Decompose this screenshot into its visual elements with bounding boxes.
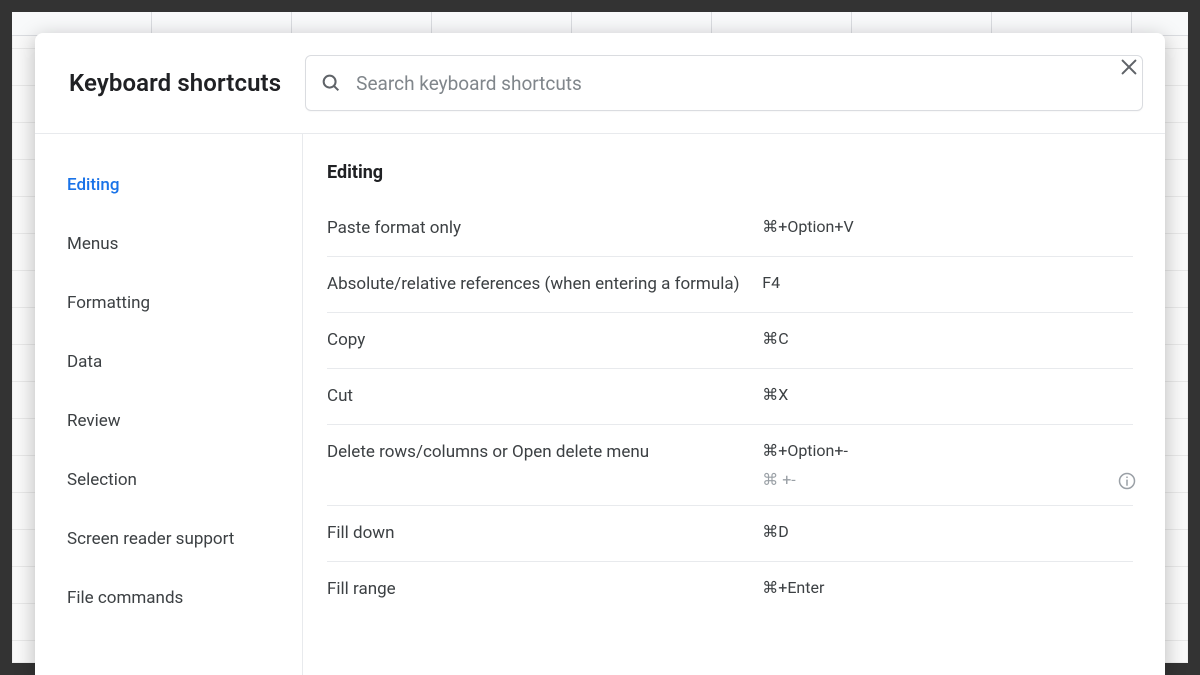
shortcut-label: Cut — [327, 385, 762, 408]
close-icon — [1118, 56, 1140, 78]
shortcut-label: Delete rows/columns or Open delete menu — [327, 441, 762, 464]
sidebar-item-selection[interactable]: Selection — [35, 451, 302, 510]
search-input[interactable] — [342, 72, 1128, 95]
sidebar-item-menus[interactable]: Menus — [35, 215, 302, 274]
keyboard-shortcuts-dialog: Keyboard shortcuts Editing Menus Formattin… — [35, 33, 1165, 675]
sidebar-item-label: Screen reader support — [67, 529, 234, 549]
sidebar-item-label: Menus — [67, 234, 118, 254]
shortcuts-list: Paste format only⌘+Option+V Absolute/rela… — [327, 201, 1133, 617]
category-sidebar[interactable]: Editing Menus Formatting Data Review Selectio… — [35, 134, 303, 675]
sidebar-item-file-commands[interactable]: File commands — [35, 569, 302, 628]
shortcut-keys-column: ⌘+Option+- ⌘ +- — [762, 441, 1133, 489]
shortcut-label: Copy — [327, 329, 762, 352]
shortcut-keys-alt: ⌘ +- — [762, 470, 1133, 489]
info-icon[interactable] — [1117, 471, 1137, 495]
shortcut-keys-column: ⌘C — [762, 329, 1133, 348]
sidebar-item-label: Editing — [67, 175, 119, 195]
shortcut-keys: F4 — [762, 273, 1133, 292]
shortcut-row: Copy⌘C — [327, 313, 1133, 369]
shortcut-keys-column: ⌘D — [762, 522, 1133, 541]
shortcut-label: Absolute/relative references (when enter… — [327, 273, 762, 296]
dialog-header: Keyboard shortcuts — [35, 33, 1165, 134]
sidebar-item-label: Data — [67, 352, 102, 372]
shortcut-row: Fill range⌘+Enter — [327, 562, 1133, 617]
search-icon — [320, 72, 342, 94]
dialog-title: Keyboard shortcuts — [69, 69, 281, 97]
shortcuts-content[interactable]: Editing Paste format only⌘+Option+V Absol… — [303, 134, 1165, 675]
sidebar-item-label: Review — [67, 411, 121, 431]
shortcut-keys: ⌘+Option+V — [762, 217, 1133, 236]
sidebar-item-formatting[interactable]: Formatting — [35, 274, 302, 333]
section-title: Editing — [327, 162, 1133, 183]
search-field-wrapper[interactable] — [305, 55, 1143, 111]
shortcut-row: Cut⌘X — [327, 369, 1133, 425]
shortcut-label: Paste format only — [327, 217, 762, 240]
shortcut-keys-column: ⌘X — [762, 385, 1133, 404]
sidebar-item-label: File commands — [67, 588, 183, 608]
shortcut-keys-column: ⌘+Option+V — [762, 217, 1133, 236]
shortcut-label: Fill down — [327, 522, 762, 545]
shortcut-keys: ⌘+Option+- — [762, 441, 1133, 460]
sidebar-item-data[interactable]: Data — [35, 333, 302, 392]
shortcut-keys: ⌘+Enter — [762, 578, 1133, 597]
sidebar-item-label: Selection — [67, 470, 137, 490]
shortcut-row: Absolute/relative references (when enter… — [327, 257, 1133, 313]
shortcut-row: Delete rows/columns or Open delete menu⌘… — [327, 425, 1133, 506]
sidebar-item-label: Formatting — [67, 293, 150, 313]
shortcut-row: Fill down⌘D — [327, 506, 1133, 562]
close-button[interactable] — [1109, 47, 1149, 87]
sidebar-item-review[interactable]: Review — [35, 392, 302, 451]
shortcut-keys-column: ⌘+Enter — [762, 578, 1133, 597]
shortcut-keys: ⌘C — [762, 329, 1133, 348]
shortcut-keys-column: F4 — [762, 273, 1133, 292]
shortcut-keys: ⌘D — [762, 522, 1133, 541]
shortcut-label: Fill range — [327, 578, 762, 601]
sidebar-item-screen-reader-support[interactable]: Screen reader support — [35, 510, 302, 569]
shortcut-row: Paste format only⌘+Option+V — [327, 201, 1133, 257]
sidebar-item-editing[interactable]: Editing — [35, 156, 302, 215]
shortcut-keys: ⌘X — [762, 385, 1133, 404]
dialog-body: Editing Menus Formatting Data Review Selectio… — [35, 134, 1165, 675]
